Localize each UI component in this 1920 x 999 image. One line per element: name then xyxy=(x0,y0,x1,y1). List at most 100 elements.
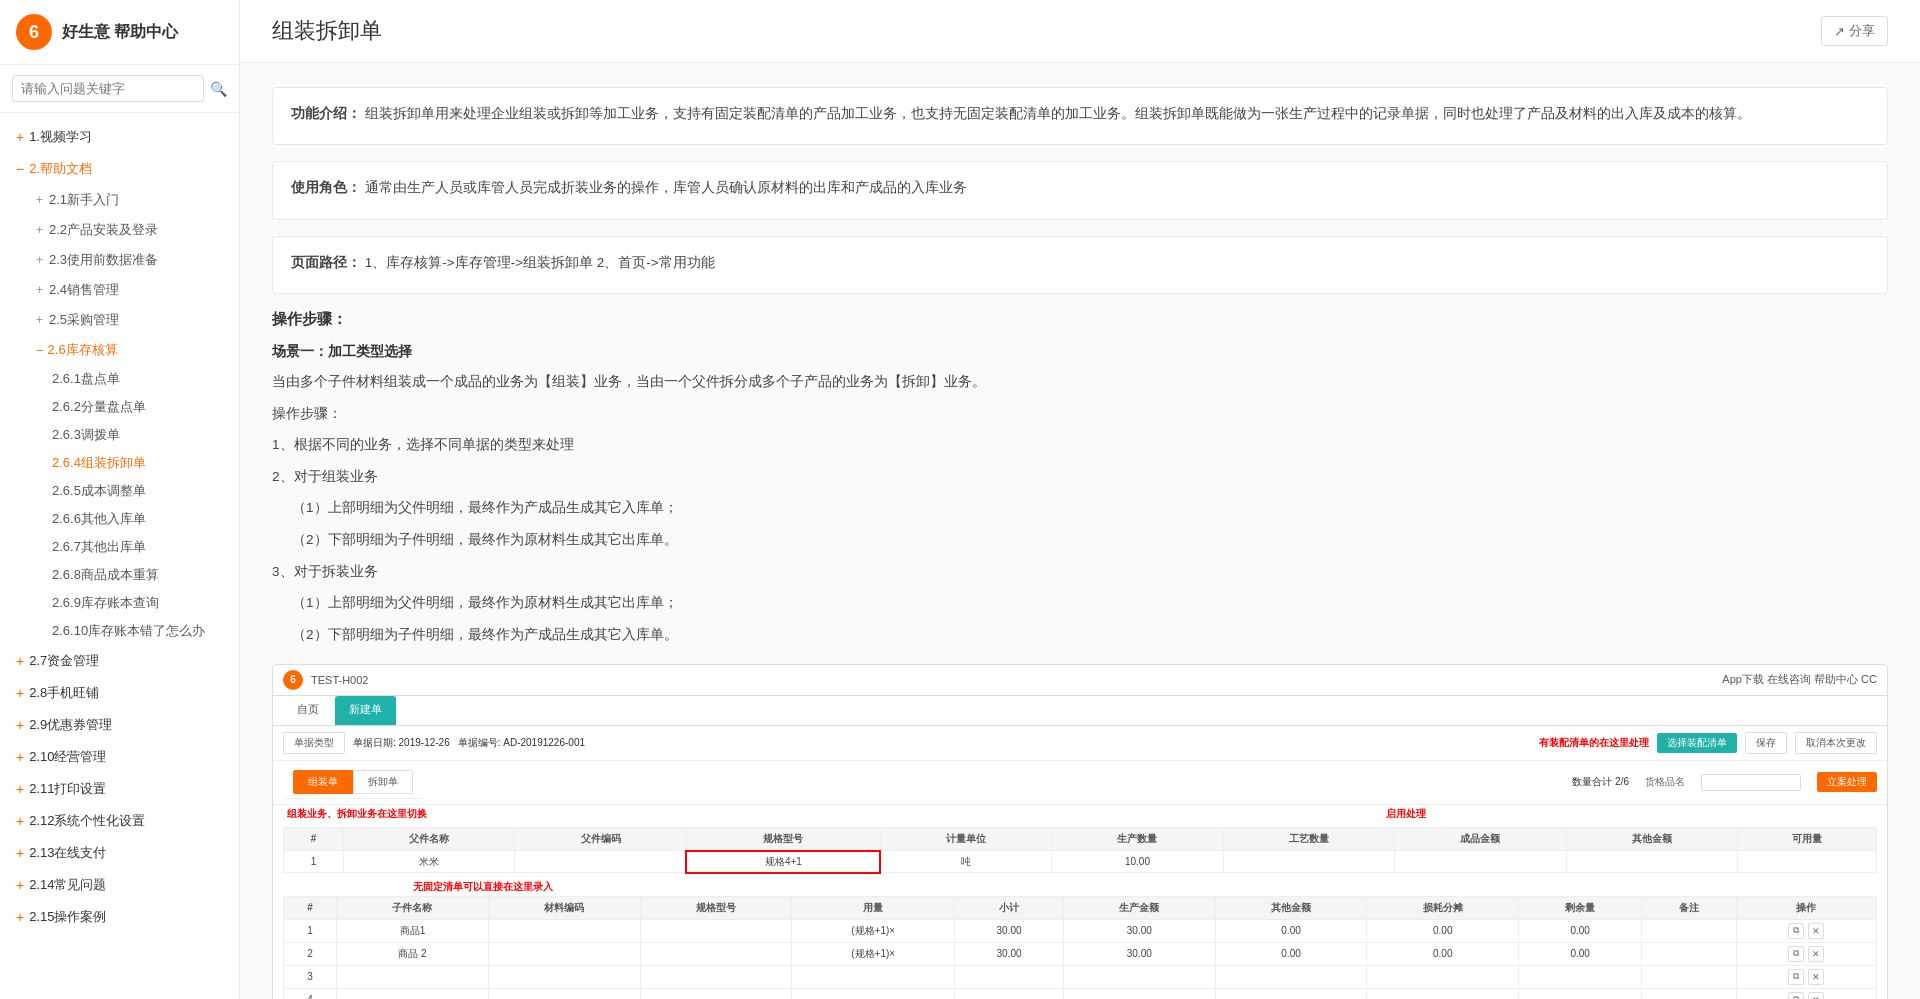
mock-top-bar: 6 TEST-H002 App下载 在线咨询 帮助中心 CC xyxy=(273,665,1887,696)
expand-icon: + xyxy=(16,749,24,765)
mock-anno-row: 组装业务、拆卸业务在这里切换 启用处理 xyxy=(273,805,1887,827)
mock-field-count: 数量合计 2/6 xyxy=(1572,775,1629,789)
sidebar-item-finance[interactable]: + 2.7资金管理 xyxy=(0,645,239,677)
sidebar-item-install[interactable]: + 2.2产品安装及登录 xyxy=(20,215,239,245)
delete-btn[interactable]: ✕ xyxy=(1808,923,1824,939)
sidebar-item-video[interactable]: + 1.视频学习 xyxy=(0,121,239,153)
path-block: 页面路径： 1、库存核算->库存管理->组装拆卸单 2、首页->常用功能 xyxy=(272,236,1888,294)
sidebar-item-mobile[interactable]: + 2.8手机旺铺 xyxy=(0,677,239,709)
sidebar-item-purchase[interactable]: + 2.5采购管理 xyxy=(20,305,239,335)
logo-icon: 6 xyxy=(16,14,52,50)
mock-label-customer: 货格品名 xyxy=(1645,775,1685,789)
sidebar-item-other-in[interactable]: 2.6.6其他入库单 xyxy=(36,505,239,533)
delete-btn[interactable]: ✕ xyxy=(1808,946,1824,962)
table-row: 4⧉✕ xyxy=(284,988,1877,999)
path-text: 页面路径： 1、库存核算->库存管理->组装拆卸单 2、首页->常用功能 xyxy=(291,251,1869,275)
copy-btn[interactable]: ⧉ xyxy=(1788,969,1804,985)
steps-label: 操作步骤： xyxy=(272,310,1888,329)
func-intro-block: 功能介绍： 组装拆卸单用来处理企业组装或拆卸等加工业务，支持有固定装配清单的产品… xyxy=(272,87,1888,145)
sidebar-item-faq[interactable]: + 2.14常见问题 xyxy=(0,869,239,901)
mock-lower-table: # 子件名称 材料编码 规格型号 用量 小计 生产金额 其他金额 损耗分摊 剩余… xyxy=(283,896,1877,999)
sidebar-item-cost-adjust[interactable]: 2.6.5成本调整单 xyxy=(36,477,239,505)
mock-btn-save[interactable]: 保存 xyxy=(1745,732,1787,754)
docs-sub-items: + 2.1新手入门 + 2.2产品安装及登录 + 2.3使用前数据准备 + 2.… xyxy=(0,185,239,645)
sidebar-item-personalize[interactable]: + 2.12系统个性化设置 xyxy=(0,805,239,837)
mock-input-customer[interactable] xyxy=(1701,774,1801,791)
sidebar-item-docs[interactable]: − 2.帮助文档 xyxy=(0,153,239,185)
col-other-amt: 其他金额 xyxy=(1566,827,1737,851)
sidebar-item-newuser[interactable]: + 2.1新手入门 xyxy=(20,185,239,215)
mock-lower-table-wrapper: # 子件名称 材料编码 规格型号 用量 小计 生产金额 其他金额 损耗分摊 剩余… xyxy=(273,896,1887,999)
copy-btn[interactable]: ⧉ xyxy=(1788,923,1804,939)
sidebar-item-payment[interactable]: + 2.13在线支付 xyxy=(0,837,239,869)
mock-btn-process[interactable]: 立案处理 xyxy=(1817,772,1877,792)
expand-icon: + xyxy=(16,717,24,733)
col-parent-name: 父件名称 xyxy=(344,827,515,851)
sidebar-item-inventory[interactable]: − 2.6库存核算 xyxy=(20,335,239,365)
step1: 1、根据不同的业务，选择不同单据的类型来处理 xyxy=(272,432,1888,458)
delete-btn[interactable]: ✕ xyxy=(1808,992,1824,999)
mock-btn-doctype[interactable]: 单据类型 xyxy=(283,732,345,754)
sidebar-item-print[interactable]: + 2.11打印设置 xyxy=(0,773,239,805)
expand-icon: + xyxy=(16,129,24,145)
sidebar-item-cases[interactable]: + 2.15操作案例 xyxy=(0,901,239,933)
mock-breadcrumb: App下载 在线咨询 帮助中心 CC xyxy=(1722,672,1877,687)
sidebar-item-cost-recalc[interactable]: 2.6.8商品成本重算 xyxy=(36,561,239,589)
content-body: 功能介绍： 组装拆卸单用来处理企业组装或拆卸等加工业务，支持有固定装配清单的产品… xyxy=(240,63,1920,999)
table-row: 1 米米 规格4+1 吨 10.00 xyxy=(284,851,1877,873)
bullet: + xyxy=(36,223,43,237)
col-unit: 计量单位 xyxy=(880,827,1051,851)
sidebar-item-partial-stocktake[interactable]: 2.6.2分量盘点单 xyxy=(36,393,239,421)
sidebar-item-coupon[interactable]: + 2.9优惠券管理 xyxy=(0,709,239,741)
expand-icon: + xyxy=(16,653,24,669)
share-button[interactable]: ↗ 分享 xyxy=(1821,16,1888,46)
screenshot-container: 6 TEST-H002 App下载 在线咨询 帮助中心 CC 自页 新建单 单据… xyxy=(272,664,1888,999)
expand-icon: + xyxy=(16,813,24,829)
delete-btn[interactable]: ✕ xyxy=(1808,969,1824,985)
anno4-label: 无固定清单可以直接在这里录入 xyxy=(413,881,553,892)
expand-icon: + xyxy=(16,909,24,925)
copy-btn[interactable]: ⧉ xyxy=(1788,992,1804,999)
mock-btn-cancel[interactable]: 取消本次更改 xyxy=(1795,732,1877,754)
mock-btn-bom[interactable]: 选择装配清单 xyxy=(1657,733,1737,753)
col-avail: 可用量 xyxy=(1737,827,1876,851)
sidebar-item-stocktake[interactable]: 2.6.1盘点单 xyxy=(36,365,239,393)
table-row: 1 商品1 (规格+1)× 30.00 30.00 0.00 0.00 0.00 xyxy=(284,919,1877,942)
sidebar-item-inv-query[interactable]: 2.6.9库存账本查询 xyxy=(36,589,239,617)
mock-tab-home[interactable]: 自页 xyxy=(283,696,333,725)
anno3-label: 启用处理 xyxy=(1386,808,1426,819)
mock-toolbar-date: 单据日期: 2019-12-26 xyxy=(353,736,450,750)
anno4-row: 无固定清单可以直接在这里录入 xyxy=(273,878,1887,896)
bullet: + xyxy=(36,193,43,207)
sidebar-item-transfer[interactable]: 2.6.3调拨单 xyxy=(36,421,239,449)
bullet: + xyxy=(36,313,43,327)
mock-tab-disassembly[interactable]: 拆卸单 xyxy=(353,770,413,794)
main-header: 组装拆卸单 ↗ 分享 xyxy=(240,0,1920,63)
step3-1: （1）上部明细为父件明细，最终作为原材料生成其它出库单； xyxy=(272,590,1888,616)
step3: 3、对于拆装业务 xyxy=(272,559,1888,585)
sidebar-item-other-out[interactable]: 2.6.7其他出库单 xyxy=(36,533,239,561)
copy-btn[interactable]: ⧉ xyxy=(1788,946,1804,962)
search-icon[interactable]: 🔍 xyxy=(210,81,227,97)
scenario-one-title: 场景一：加工类型选择 xyxy=(272,343,1888,361)
sidebar-item-assembly[interactable]: 2.6.4组装拆卸单 xyxy=(36,449,239,477)
sidebar-nav: + 1.视频学习 − 2.帮助文档 + 2.1新手入门 + 2.2产品安装及登录… xyxy=(0,113,239,999)
bullet: + xyxy=(36,253,43,267)
main-content: 组装拆卸单 ↗ 分享 功能介绍： 组装拆卸单用来处理企业组装或拆卸等加工业务，支… xyxy=(240,0,1920,999)
sidebar-item-ops[interactable]: + 2.10经营管理 xyxy=(0,741,239,773)
app-name: 好生意 帮助中心 xyxy=(62,22,178,43)
sidebar: 6 好生意 帮助中心 🔍 + 1.视频学习 − 2.帮助文档 + 2.1新手入门… xyxy=(0,0,240,999)
page-title: 组装拆卸单 xyxy=(272,16,382,46)
sidebar-item-inv-error[interactable]: 2.6.10库存账本错了怎么办 xyxy=(36,617,239,645)
step2: 2、对于组装业务 xyxy=(272,464,1888,490)
mock-logo: 6 xyxy=(283,670,303,690)
col-parent-code: 父件编码 xyxy=(515,827,686,851)
op-steps-title: 操作步骤： xyxy=(272,401,1888,427)
mock-tab-new[interactable]: 新建单 xyxy=(335,696,396,725)
mock-tab-assembly[interactable]: 组装单 xyxy=(293,770,353,794)
mock-screenshot: 6 TEST-H002 App下载 在线咨询 帮助中心 CC 自页 新建单 单据… xyxy=(273,665,1887,999)
sidebar-item-data-prep[interactable]: + 2.3使用前数据准备 xyxy=(20,245,239,275)
search-input[interactable] xyxy=(12,75,204,102)
expand-icon: + xyxy=(16,781,24,797)
sidebar-item-sales[interactable]: + 2.4销售管理 xyxy=(20,275,239,305)
